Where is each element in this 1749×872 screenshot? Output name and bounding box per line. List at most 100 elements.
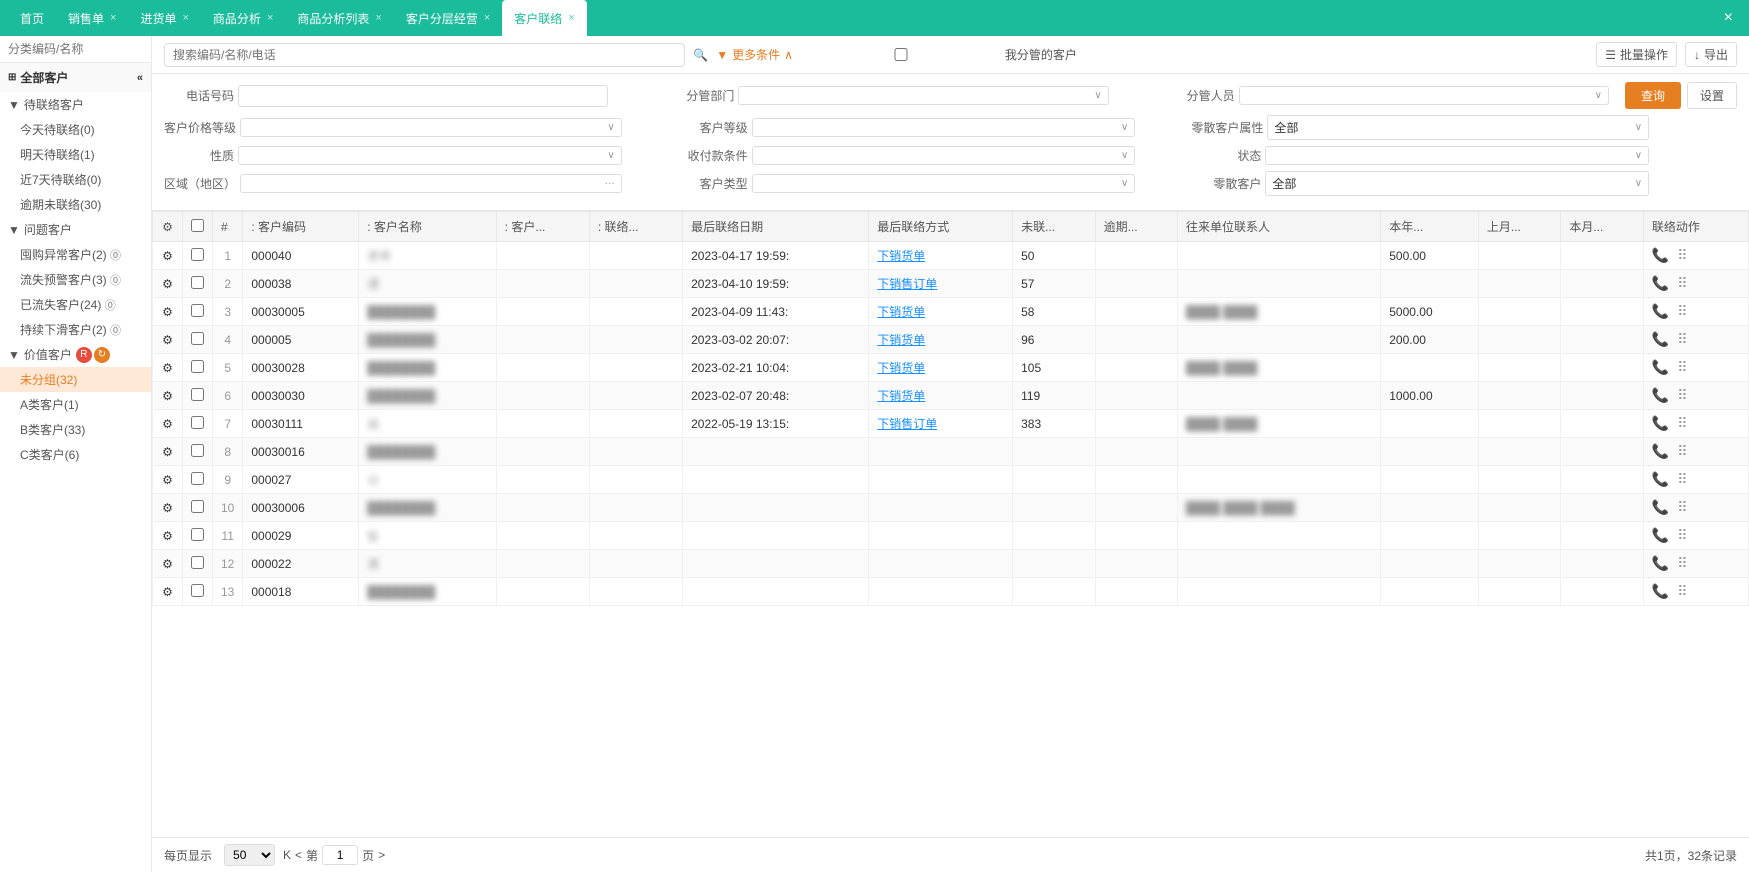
name-col[interactable]: : 客户名称 (359, 212, 496, 242)
contact-more-icon[interactable]: ⠿ (1677, 443, 1687, 460)
nav-customer-contact[interactable]: 客户联络 × (502, 0, 586, 36)
contact-phone-icon[interactable]: 📞 (1652, 499, 1669, 516)
sidebar-item-c-class[interactable]: C类客户(6) (0, 442, 151, 467)
contact-more-icon[interactable]: ⠿ (1677, 303, 1687, 320)
row-last-contact-way[interactable]: 下销货单 (869, 382, 1013, 410)
status-select[interactable]: ∨ (1265, 146, 1649, 165)
row-settings[interactable]: ⚙ (153, 326, 183, 354)
row-settings[interactable]: ⚙ (153, 242, 183, 270)
last-contact-date-col[interactable]: 最后联络日期 (683, 212, 869, 242)
row-last-contact-way[interactable]: 下销售订单 (869, 270, 1013, 298)
more-conditions-btn[interactable]: ▼ 更多条件 ∧ (716, 46, 793, 63)
manager-select[interactable]: ∨ (1239, 86, 1609, 105)
contact-phone-icon[interactable]: 📞 (1652, 359, 1669, 376)
no-contact-col[interactable]: 未联... (1013, 212, 1095, 242)
row-checkbox[interactable] (183, 550, 213, 578)
row-checkbox[interactable] (183, 522, 213, 550)
query-button[interactable]: 查询 (1625, 82, 1681, 109)
contact-phone-icon[interactable]: 📞 (1652, 527, 1669, 544)
last-month-col[interactable]: 上月... (1478, 212, 1560, 242)
contact-more-icon[interactable]: ⠿ (1677, 387, 1687, 404)
row-checkbox[interactable] (183, 270, 213, 298)
row-settings[interactable]: ⚙ (153, 578, 183, 606)
my-customers-check[interactable]: 我分管的客户 (801, 46, 1077, 63)
retail-attr-select[interactable]: 全部 ∨ (1267, 115, 1649, 140)
row-settings[interactable]: ⚙ (153, 410, 183, 438)
row-settings[interactable]: ⚙ (153, 298, 183, 326)
row-last-contact-way[interactable]: 下销货单 (869, 242, 1013, 270)
phone-input[interactable] (238, 85, 608, 107)
refresh-badge[interactable]: ↻ (94, 347, 110, 363)
this-month-col[interactable]: 本月... (1561, 212, 1643, 242)
sidebar-item-7days[interactable]: 近7天待联络(0) (0, 167, 151, 192)
row-checkbox[interactable] (183, 410, 213, 438)
sidebar-item-b-class[interactable]: B类客户(33) (0, 417, 151, 442)
close-all-tabs[interactable]: × (1716, 9, 1741, 27)
page-input[interactable] (322, 845, 358, 865)
contact-phone-icon[interactable]: 📞 (1652, 471, 1669, 488)
sidebar-item-churned[interactable]: 已流失客户(24) ⓪ (0, 292, 151, 317)
nav-customer-seg[interactable]: 客户分层经营 × (394, 0, 502, 36)
contact-phone-icon[interactable]: 📞 (1652, 583, 1669, 600)
my-customers-checkbox[interactable] (801, 48, 1001, 61)
contact-more-icon[interactable]: ⠿ (1677, 275, 1687, 292)
row-last-contact-way[interactable] (869, 466, 1013, 494)
sidebar-item-churn-warning[interactable]: 流失预警客户(3) ⓪ (0, 267, 151, 292)
customer-type-select[interactable]: ∨ (752, 174, 1136, 193)
contact-phone-icon[interactable]: 📞 (1652, 387, 1669, 404)
contact-phone-icon[interactable]: 📞 (1652, 415, 1669, 432)
all-customers-header[interactable]: ⊞ 全部客户 « (0, 63, 151, 92)
row-settings[interactable]: ⚙ (153, 438, 183, 466)
nav-purchase-close[interactable]: × (182, 12, 188, 24)
row-last-contact-way[interactable]: 下销售订单 (869, 410, 1013, 438)
sidebar-item-today[interactable]: 今天待联络(0) (0, 117, 151, 142)
group-problem-customers[interactable]: ▼ 问题客户 (0, 217, 151, 242)
row-settings[interactable]: ⚙ (153, 382, 183, 410)
contact-more-icon[interactable]: ⠿ (1677, 331, 1687, 348)
row-last-contact-way[interactable]: 下销货单 (869, 354, 1013, 382)
row-last-contact-way[interactable] (869, 578, 1013, 606)
contact-phone-icon[interactable]: 📞 (1652, 275, 1669, 292)
partner-contact-col[interactable]: 往来单位联系人 (1178, 212, 1381, 242)
sidebar-search-input[interactable] (8, 42, 152, 56)
sidebar-item-tomorrow[interactable]: 明天待联络(1) (0, 142, 151, 167)
contact-more-icon[interactable]: ⠿ (1677, 247, 1687, 264)
sidebar-item-a-class[interactable]: A类客户(1) (0, 392, 151, 417)
row-checkbox[interactable] (183, 438, 213, 466)
search-icon[interactable]: 🔍 (693, 48, 708, 62)
payment-select[interactable]: ∨ (752, 146, 1136, 165)
settings-col[interactable]: ⚙ (153, 212, 183, 242)
nav-sales-close[interactable]: × (110, 12, 116, 24)
row-checkbox[interactable] (183, 354, 213, 382)
select-all-col[interactable] (183, 212, 213, 242)
sidebar-item-overdue[interactable]: 逾期未联络(30) (0, 192, 151, 217)
row-last-contact-way[interactable]: 下销货单 (869, 326, 1013, 354)
row-settings[interactable]: ⚙ (153, 522, 183, 550)
row-checkbox[interactable] (183, 242, 213, 270)
contact-more-icon[interactable]: ⠿ (1677, 527, 1687, 544)
nav-analysis-list-close[interactable]: × (375, 12, 381, 24)
first-page-btn[interactable]: K (283, 848, 291, 862)
row-last-contact-way[interactable] (869, 494, 1013, 522)
nav-home[interactable]: 首页 (8, 0, 56, 36)
row-settings[interactable]: ⚙ (153, 550, 183, 578)
row-settings[interactable]: ⚙ (153, 270, 183, 298)
row-checkbox[interactable] (183, 298, 213, 326)
price-level-select[interactable]: ∨ (240, 118, 622, 137)
nav-analysis-close[interactable]: × (267, 12, 273, 24)
contact-phone-icon[interactable]: 📞 (1652, 331, 1669, 348)
row-settings[interactable]: ⚙ (153, 494, 183, 522)
select-all-checkbox[interactable] (191, 219, 204, 232)
row-last-contact-way[interactable] (869, 522, 1013, 550)
row-checkbox[interactable] (183, 382, 213, 410)
prev-page-btn[interactable]: < (295, 848, 302, 862)
code-col[interactable]: : 客户编码 (243, 212, 359, 242)
contact-phone-icon[interactable]: 📞 (1652, 303, 1669, 320)
contact-more-icon[interactable]: ⠿ (1677, 499, 1687, 516)
nav-customer-seg-close[interactable]: × (484, 12, 490, 24)
nav-analysis-list[interactable]: 商品分析列表 × (285, 0, 393, 36)
nav-customer-contact-close[interactable]: × (568, 12, 574, 24)
row-settings[interactable]: ⚙ (153, 466, 183, 494)
group-value-customers[interactable]: ▼ 价值客户 R ↻ (0, 342, 151, 367)
contact-more-icon[interactable]: ⠿ (1677, 415, 1687, 432)
